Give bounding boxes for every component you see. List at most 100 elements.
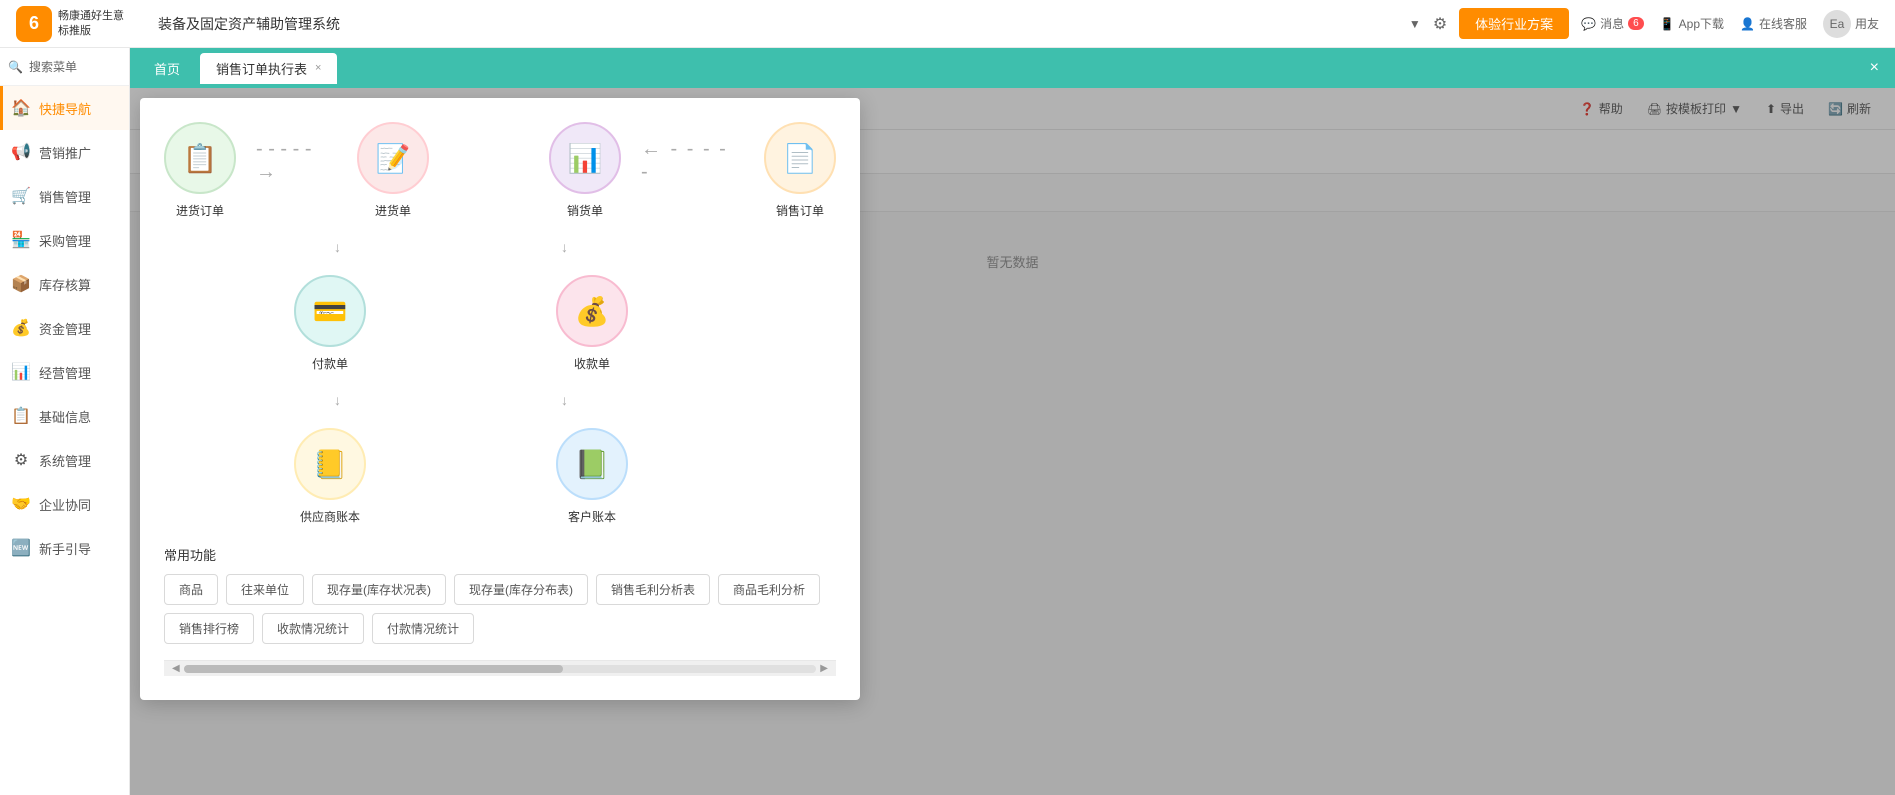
purchase-receipt-circle: 📝 [357,122,429,194]
receipt-circle: 💰 [556,275,628,347]
flow-item-receipt[interactable]: 💰 收款单 [556,275,628,372]
btn-inventory-dist[interactable]: 现存量(库存分布表) [454,574,588,605]
sidebar-item-enterprise[interactable]: 🤝 企业协同 [0,482,129,526]
message-button[interactable]: 💬 消息 6 [1581,15,1644,32]
logo-icon: 6 [16,6,52,42]
common-functions-title: 常用功能 [164,545,836,564]
purchase-receipt-label: 进货单 [375,202,411,219]
top-bar: 6 畅康通好生意标推版 装备及固定资产辅助管理系统 ▼ ⚙ 体验行业方案 💬 消… [0,0,1895,48]
btn-receipt-stats[interactable]: 收款情况统计 [262,613,364,644]
flow-item-sales-order[interactable]: 📄 销售订单 [764,122,836,219]
flow-item-purchase-receipt[interactable]: 📝 进货单 [357,122,429,219]
scroll-thumb[interactable] [184,665,564,673]
content-area: 首页 销售订单执行表 × × ❓ 帮助 🖨 [130,48,1895,795]
popup-inner: 📋 进货订单 - - - - - → 📝 进货单 [140,98,860,700]
receipt-label: 收款单 [574,355,610,372]
online-service-label: 在线客服 [1759,15,1807,32]
quick-nav-icon: 🏠 [11,98,31,118]
btn-sales-profit[interactable]: 销售毛利分析表 [596,574,710,605]
btn-product[interactable]: 商品 [164,574,218,605]
flow-item-supplier-account[interactable]: 📒 供应商账本 [294,428,366,525]
app-download-label: App下载 [1679,15,1724,32]
payment-label: 付款单 [312,355,348,372]
sidebar-item-label: 系统管理 [39,451,91,470]
horizontal-scrollbar[interactable]: ◀ ▶ [164,660,836,676]
flow-row-1: 📋 进货订单 - - - - - → 📝 进货单 [164,122,836,219]
tab-close-button[interactable]: × [315,62,321,74]
supplier-account-circle: 📒 [294,428,366,500]
sidebar-item-new-guide[interactable]: 🆕 新手引导 [0,526,129,570]
down-arrow-4: ↓ [561,388,568,412]
sidebar-item-finance[interactable]: 💰 资金管理 [0,306,129,350]
btn-counterpart[interactable]: 往来单位 [226,574,304,605]
try-industry-button[interactable]: 体验行业方案 [1459,8,1569,39]
sales-order-circle: 📄 [764,122,836,194]
settings-icon[interactable]: ⚙ [1433,14,1447,34]
down-arrow-2: ↓ [561,235,568,259]
btn-product-profit[interactable]: 商品毛利分析 [718,574,820,605]
search-icon: 🔍 [8,60,23,74]
sidebar-search[interactable]: 🔍 搜索菜单 [0,48,129,86]
sales-icon: 🛒 [11,186,31,206]
flow-item-purchase-order[interactable]: 📋 进货订单 [164,122,236,219]
system-dropdown-arrow[interactable]: ▼ [1409,17,1421,31]
flow-item-payment[interactable]: 💳 付款单 [294,275,366,372]
purchase-icon: 🏪 [11,230,31,250]
flow-item-customer-account[interactable]: 📗 客户账本 [556,428,628,525]
flow-row-3: 📒 供应商账本 📗 客户账本 [294,428,836,525]
sidebar-item-label: 企业协同 [39,495,91,514]
flow-diagram: 📋 进货订单 - - - - - → 📝 进货单 [164,122,836,525]
sidebar-item-quick-nav[interactable]: 🏠 快捷导航 [0,86,129,130]
flow-row-arrows-2: ↓ ↓ [334,388,836,412]
enterprise-icon: 🤝 [11,494,31,514]
logo-text: 畅康通好生意标推版 [58,9,124,38]
online-service-button[interactable]: 👤 在线客服 [1740,15,1807,32]
btn-inventory-status[interactable]: 现存量(库存状况表) [312,574,446,605]
sidebar-item-label: 采购管理 [39,231,91,250]
sidebar-item-label: 资金管理 [39,319,91,338]
arrow-right-1: - - - - - → [256,138,337,184]
new-guide-icon: 🆕 [11,538,31,558]
message-label: 消息 [1600,15,1624,32]
sidebar-item-marketing[interactable]: 📢 营销推广 [0,130,129,174]
purchase-order-circle: 📋 [164,122,236,194]
payment-circle: 💳 [294,275,366,347]
sidebar-item-operations[interactable]: 📊 经营管理 [0,350,129,394]
sidebar-item-sales-mgmt[interactable]: 🛒 销售管理 [0,174,129,218]
sidebar-item-label: 经营管理 [39,363,91,382]
marketing-icon: 📢 [11,142,31,162]
customer-account-circle: 📗 [556,428,628,500]
sales-order-label: 销售订单 [776,202,824,219]
system-mgmt-icon: ⚙ [11,450,31,470]
sidebar-item-system-mgmt[interactable]: ⚙ 系统管理 [0,438,129,482]
btn-payment-stats[interactable]: 付款情况统计 [372,613,474,644]
tab-home[interactable]: 首页 [138,51,196,86]
tab-bar: 首页 销售订单执行表 × × [130,48,1895,88]
main-area: 🔍 搜索菜单 🏠 快捷导航 📢 营销推广 🛒 销售管理 🏪 采购管理 📦 [0,48,1895,795]
global-close-button[interactable]: × [1862,59,1887,77]
scroll-track [184,665,817,673]
message-icon: 💬 [1581,17,1596,31]
purchase-order-label: 进货订单 [176,202,224,219]
logo-area: 6 畅康通好生意标推版 [16,6,146,42]
app-container: 6 畅康通好生意标推版 装备及固定资产辅助管理系统 ▼ ⚙ 体验行业方案 💬 消… [0,0,1895,795]
common-buttons-row: 商品 往来单位 现存量(库存状况表) 现存量(库存分布表) 销售毛利分析表 商品… [164,574,836,605]
inventory-icon: 📦 [11,274,31,294]
common-buttons-row-2: 销售排行榜 收款情况统计 付款情况统计 [164,613,836,644]
main-content: ❓ 帮助 🖨 按模板打印 ▼ ⬆ 导出 🔄 刷新 [130,88,1895,795]
down-arrow-1: ↓ [334,235,341,259]
sidebar-item-basic-info[interactable]: 📋 基础信息 [0,394,129,438]
btn-sales-rank[interactable]: 销售排行榜 [164,613,254,644]
sidebar-item-purchase-mgmt[interactable]: 🏪 采购管理 [0,218,129,262]
sidebar-item-inventory[interactable]: 📦 库存核算 [0,262,129,306]
flow-item-sales-receipt[interactable]: 📊 销货单 [549,122,621,219]
sidebar: 🔍 搜索菜单 🏠 快捷导航 📢 营销推广 🛒 销售管理 🏪 采购管理 📦 [0,48,130,795]
tab-sales-execution[interactable]: 销售订单执行表 × [200,53,337,84]
scroll-left-arrow[interactable]: ◀ [168,663,184,674]
sidebar-item-label: 营销推广 [39,143,91,162]
sales-receipt-circle: 📊 [549,122,621,194]
app-download-button[interactable]: 📱 App下载 [1660,15,1724,32]
user-menu[interactable]: Ea 用友 [1823,10,1879,38]
scroll-right-arrow[interactable]: ▶ [816,663,832,674]
sidebar-item-label: 库存核算 [39,275,91,294]
